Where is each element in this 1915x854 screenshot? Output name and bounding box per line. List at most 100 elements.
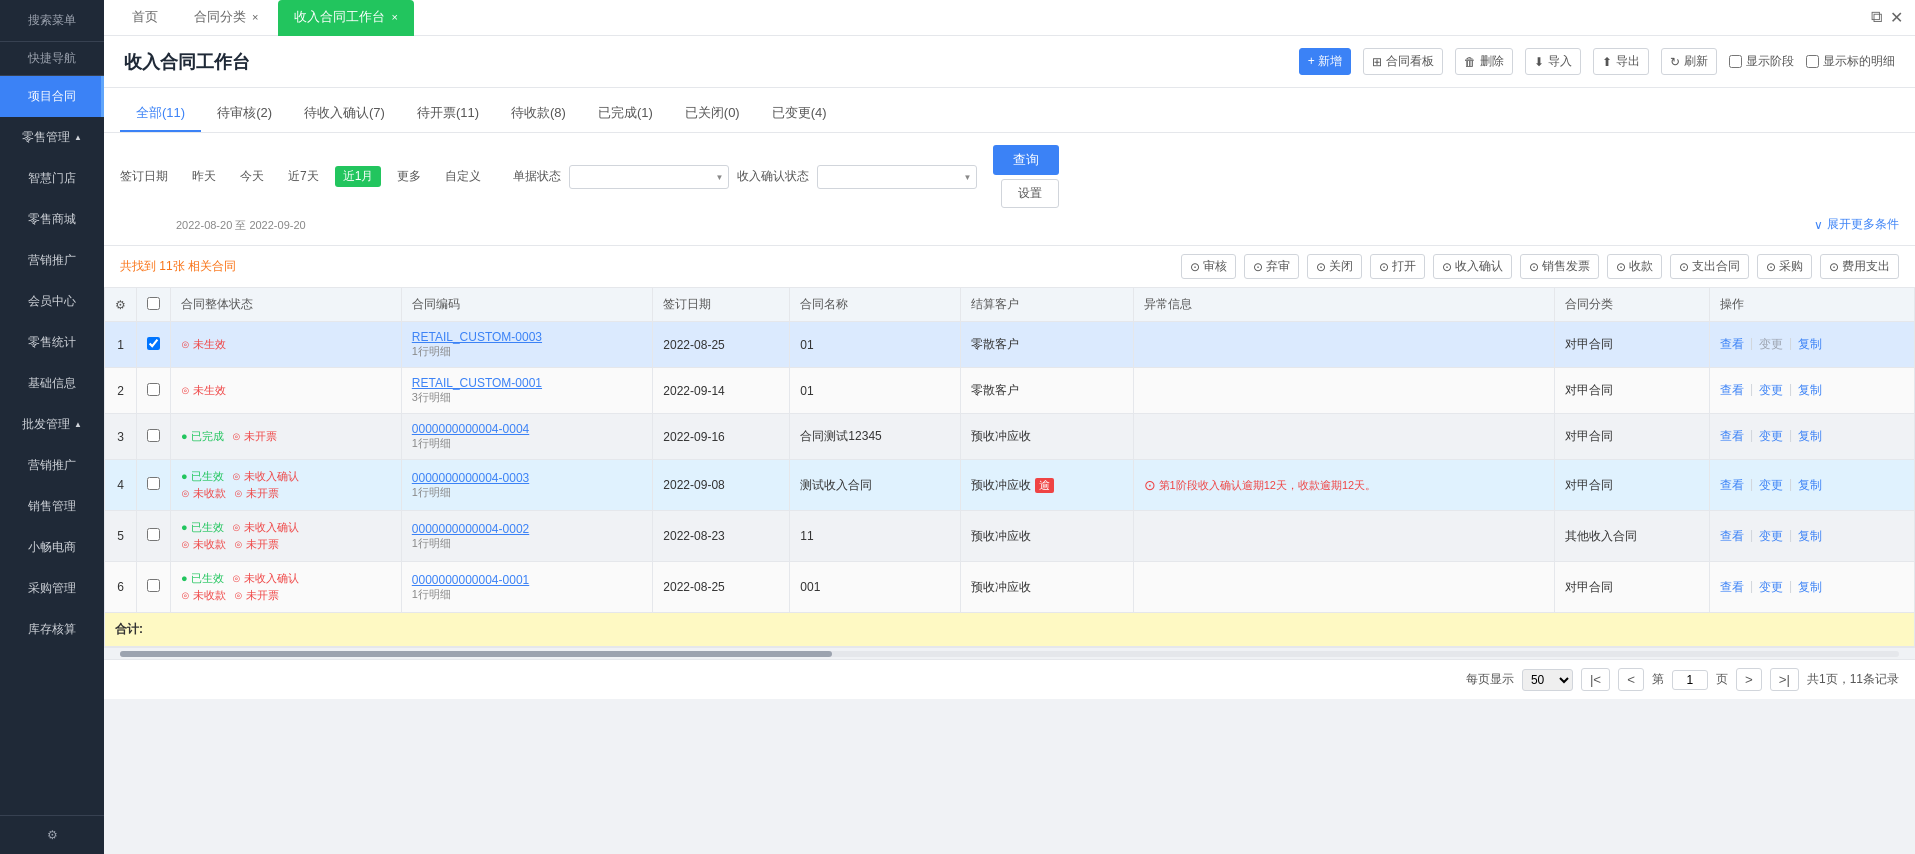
window-restore-icon[interactable]: ⧉ — [1871, 8, 1882, 27]
sidebar-item-batch-mgmt[interactable]: 批发管理 ▲ — [0, 404, 104, 445]
cell-checkbox[interactable] — [137, 511, 171, 562]
abandon-btn[interactable]: ⊙ 弃审 — [1244, 254, 1299, 279]
review-btn[interactable]: ⊙ 审核 — [1181, 254, 1236, 279]
sidebar-settings[interactable]: ⚙ — [0, 815, 104, 854]
purchase-contract-btn[interactable]: ⊙ 支出合同 — [1670, 254, 1749, 279]
set-button[interactable]: 设置 — [1001, 179, 1059, 208]
row-checkbox[interactable] — [147, 429, 160, 442]
cell-checkbox[interactable] — [137, 368, 171, 414]
scrollbar-thumb[interactable] — [120, 651, 832, 657]
prev-page-btn[interactable]: < — [1618, 668, 1644, 691]
sidebar-item-base-info[interactable]: 基础信息 — [0, 363, 104, 404]
page-size-select[interactable]: 50 10 20 100 — [1522, 669, 1573, 691]
sidebar-item-retail-mgmt[interactable]: 零售管理 ▲ — [0, 117, 104, 158]
action-复制[interactable]: 复制 — [1798, 528, 1822, 545]
page-number-input[interactable] — [1672, 670, 1708, 690]
contract-code-link[interactable]: 0000000000004-0004 — [412, 422, 529, 436]
action-复制[interactable]: 复制 — [1798, 428, 1822, 445]
row-checkbox[interactable] — [147, 528, 160, 541]
row-checkbox[interactable] — [147, 579, 160, 592]
receipt-btn[interactable]: ⊙ 收款 — [1607, 254, 1662, 279]
contract-code-link[interactable]: 0000000000004-0001 — [412, 573, 529, 587]
action-查看[interactable]: 查看 — [1720, 477, 1744, 494]
tab-close-income[interactable]: × — [391, 11, 397, 23]
purchase-btn[interactable]: ⊙ 采购 — [1757, 254, 1812, 279]
action-查看[interactable]: 查看 — [1720, 382, 1744, 399]
query-button[interactable]: 查询 — [993, 145, 1059, 175]
expense-btn[interactable]: ⊙ 费用支出 — [1820, 254, 1899, 279]
action-查看[interactable]: 查看 — [1720, 579, 1744, 596]
show-detail-checkbox[interactable] — [1806, 55, 1819, 68]
export-button[interactable]: ⬆ 导出 — [1593, 48, 1649, 75]
action-查看[interactable]: 查看 — [1720, 528, 1744, 545]
col-checkbox[interactable] — [137, 288, 171, 322]
open-btn[interactable]: ⊙ 打开 — [1370, 254, 1425, 279]
status-tab-pending-invoice[interactable]: 待开票(11) — [401, 96, 495, 132]
status-tab-closed[interactable]: 已关闭(0) — [669, 96, 756, 132]
delete-button[interactable]: 🗑 删除 — [1455, 48, 1513, 75]
date-btn-last1month[interactable]: 近1月 — [335, 166, 382, 187]
board-button[interactable]: ⊞ 合同看板 — [1363, 48, 1443, 75]
date-btn-yesterday[interactable]: 昨天 — [184, 166, 224, 187]
cell-checkbox[interactable] — [137, 322, 171, 368]
sidebar-item-inventory[interactable]: 库存核算 — [0, 609, 104, 650]
action-变更[interactable]: 变更 — [1759, 579, 1783, 596]
row-checkbox[interactable] — [147, 383, 160, 396]
action-变更[interactable]: 变更 — [1759, 428, 1783, 445]
row-checkbox[interactable] — [147, 477, 160, 490]
date-btn-last7[interactable]: 近7天 — [280, 166, 327, 187]
date-btn-custom[interactable]: 自定义 — [437, 166, 489, 187]
contract-code-link[interactable]: RETAIL_CUSTOM-0003 — [412, 330, 542, 344]
sidebar-item-marketing2[interactable]: 营销推广 — [0, 445, 104, 486]
sidebar-item-project[interactable]: 项目合同 — [0, 76, 104, 117]
horizontal-scrollbar[interactable] — [104, 647, 1915, 659]
status-tab-pending-review[interactable]: 待审核(2) — [201, 96, 288, 132]
action-查看[interactable]: 查看 — [1720, 428, 1744, 445]
date-btn-more[interactable]: 更多 — [389, 166, 429, 187]
tab-home[interactable]: 首页 — [116, 0, 174, 36]
action-变更[interactable]: 变更 — [1759, 477, 1783, 494]
sidebar-item-sales-mgmt[interactable]: 销售管理 — [0, 486, 104, 527]
doc-status-select[interactable] — [569, 165, 729, 189]
sidebar-item-marketing[interactable]: 营销推广 — [0, 240, 104, 281]
status-tab-completed[interactable]: 已完成(1) — [582, 96, 669, 132]
contract-code-link[interactable]: RETAIL_CUSTOM-0001 — [412, 376, 542, 390]
col-settings[interactable]: ⚙ — [105, 288, 137, 322]
sidebar-nav[interactable]: 快捷导航 — [0, 42, 104, 76]
first-page-btn[interactable]: |< — [1581, 668, 1610, 691]
status-tab-all[interactable]: 全部(11) — [120, 96, 201, 132]
tab-contract-category[interactable]: 合同分类 × — [178, 0, 274, 36]
row-checkbox[interactable] — [147, 337, 160, 350]
sidebar-item-smart-store[interactable]: 智慧门店 — [0, 158, 104, 199]
show-detail-label[interactable]: 显示标的明细 — [1806, 53, 1895, 70]
status-tab-pending-confirm[interactable]: 待收入确认(7) — [288, 96, 401, 132]
tab-close-contract[interactable]: × — [252, 11, 258, 23]
show-stage-label[interactable]: 显示阶段 — [1729, 53, 1794, 70]
last-page-btn[interactable]: >| — [1770, 668, 1799, 691]
new-button[interactable]: + 新增 — [1299, 48, 1351, 75]
action-查看[interactable]: 查看 — [1720, 336, 1744, 353]
contract-code-link[interactable]: 0000000000004-0002 — [412, 522, 529, 536]
action-复制[interactable]: 复制 — [1798, 579, 1822, 596]
close-btn[interactable]: ⊙ 关闭 — [1307, 254, 1362, 279]
sidebar-item-member[interactable]: 会员中心 — [0, 281, 104, 322]
action-变更[interactable]: 变更 — [1759, 382, 1783, 399]
cell-checkbox[interactable] — [137, 562, 171, 613]
status-tab-pending-receipt[interactable]: 待收款(8) — [495, 96, 582, 132]
status-tab-changed[interactable]: 已变更(4) — [756, 96, 843, 132]
income-confirm-select[interactable] — [817, 165, 977, 189]
tab-income-contract[interactable]: 收入合同工作台 × — [278, 0, 413, 36]
sidebar-item-retail-stats[interactable]: 零售统计 — [0, 322, 104, 363]
sidebar-item-retail-mall[interactable]: 零售商城 — [0, 199, 104, 240]
refresh-button[interactable]: ↻ 刷新 — [1661, 48, 1717, 75]
next-page-btn[interactable]: > — [1736, 668, 1762, 691]
window-close-icon[interactable]: ✕ — [1890, 8, 1903, 27]
sidebar-item-purchase[interactable]: 采购管理 — [0, 568, 104, 609]
date-btn-today[interactable]: 今天 — [232, 166, 272, 187]
contract-code-link[interactable]: 0000000000004-0003 — [412, 471, 529, 485]
action-复制[interactable]: 复制 — [1798, 477, 1822, 494]
sidebar-item-ecommerce[interactable]: 小畅电商 — [0, 527, 104, 568]
income-confirm-btn[interactable]: ⊙ 收入确认 — [1433, 254, 1512, 279]
action-变更[interactable]: 变更 — [1759, 528, 1783, 545]
expand-conditions-btn[interactable]: ∨ 展开更多条件 — [1814, 216, 1899, 233]
